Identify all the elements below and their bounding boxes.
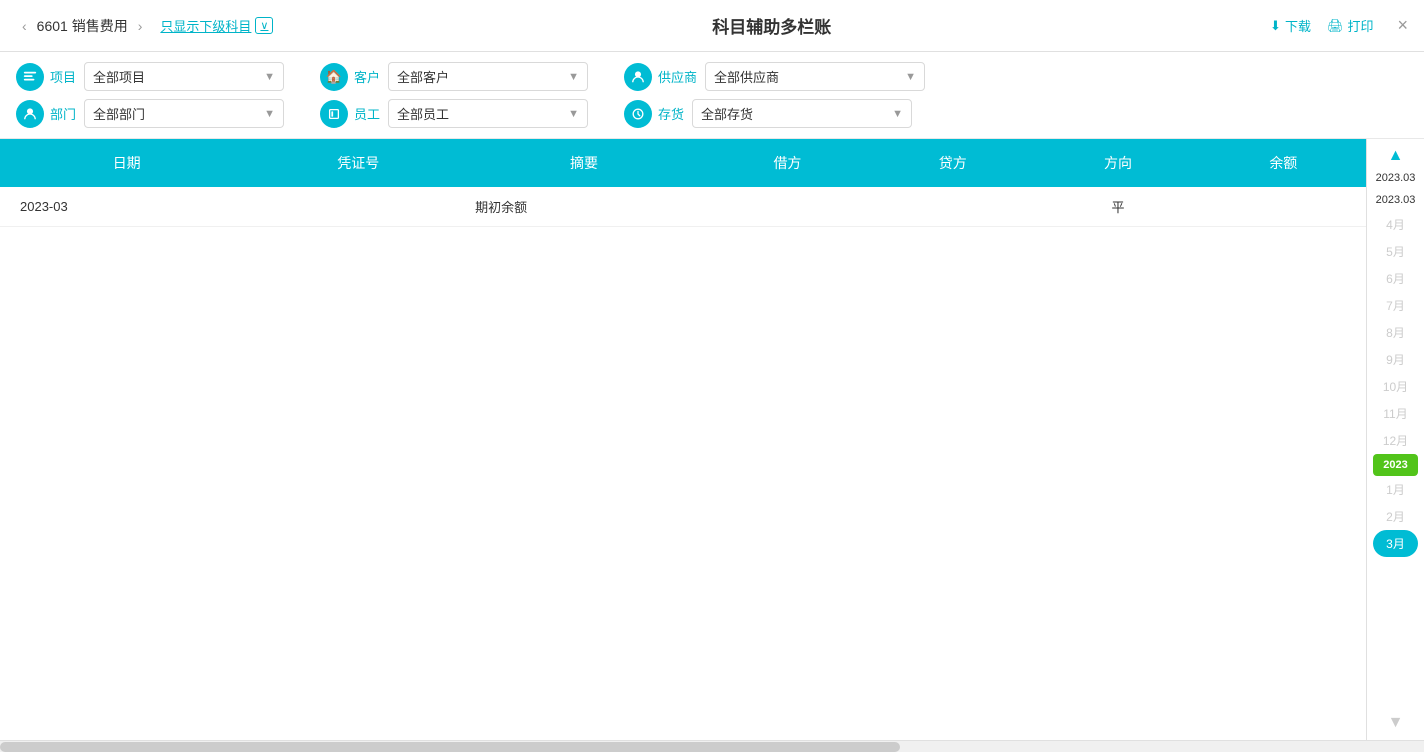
- filter-row-1: 项目 全部项目 ▼ 🏠 客户 全部客户 ▼: [16, 62, 1408, 91]
- timeline-1[interactable]: 1月: [1367, 476, 1424, 503]
- timeline-7[interactable]: 7月: [1367, 292, 1424, 319]
- data-table: 日期 凭证号 摘要 借方 贷方 方向 余额 2023-03 期初余额: [0, 139, 1366, 227]
- inventory-arrow: ▼: [892, 108, 903, 120]
- col-debit: 借方: [705, 139, 870, 187]
- supplier-label: 供应商: [658, 67, 697, 86]
- print-icon: 🖨: [1327, 18, 1344, 34]
- prev-arrow[interactable]: ‹: [16, 16, 33, 36]
- close-button[interactable]: ×: [1397, 15, 1408, 36]
- customer-arrow: ▼: [568, 71, 579, 83]
- main-window: ‹ 6601 销售费用 › 只显示下级科目 ∨ 科目辅助多栏账 ⬇ 下载 🖨 打…: [0, 0, 1424, 752]
- main-content: 日期 凭证号 摘要 借方 贷方 方向 余额 2023-03 期初余额: [0, 139, 1424, 740]
- filter-item-employee: 员工 全部员工 ▼: [320, 99, 588, 128]
- timeline-2023-03-second[interactable]: 2023.03: [1367, 189, 1424, 211]
- filter-item-supplier: 供应商 全部供应商 ▼: [624, 62, 925, 91]
- cell-summary: 期初余额: [463, 187, 705, 227]
- timeline-down-arrow[interactable]: ▼: [1388, 712, 1404, 734]
- supplier-value: 全部供应商: [714, 67, 779, 86]
- filter-row-2: 部门 全部部门 ▼ 员工 全部员工 ▼: [16, 99, 1408, 128]
- timeline-year-2023[interactable]: 2023: [1373, 454, 1418, 476]
- timeline-5[interactable]: 5月: [1367, 238, 1424, 265]
- employee-label: 员工: [354, 104, 380, 123]
- scrollbar-thumb[interactable]: [0, 742, 900, 752]
- project-arrow: ▼: [264, 71, 275, 83]
- customer-value: 全部客户: [397, 67, 449, 86]
- filter-item-project: 项目 全部项目 ▼: [16, 62, 284, 91]
- department-value: 全部部门: [93, 104, 145, 123]
- department-select[interactable]: 全部部门 ▼: [84, 99, 284, 128]
- col-voucher: 凭证号: [253, 139, 463, 187]
- customer-select[interactable]: 全部客户 ▼: [388, 62, 588, 91]
- department-icon: [16, 100, 44, 128]
- print-label: 打印: [1347, 16, 1373, 35]
- print-button[interactable]: 🖨 打印: [1327, 16, 1374, 35]
- page-title: 科目辅助多栏账: [273, 13, 1270, 38]
- timeline-8[interactable]: 8月: [1367, 319, 1424, 346]
- show-sub-arrow: ∨: [255, 17, 273, 34]
- header-bar: ‹ 6601 销售费用 › 只显示下级科目 ∨ 科目辅助多栏账 ⬇ 下载 🖨 打…: [0, 0, 1424, 52]
- cell-direction: 平: [1035, 187, 1200, 227]
- project-label: 项目: [50, 67, 76, 86]
- filter-item-department: 部门 全部部门 ▼: [16, 99, 284, 128]
- timeline-10[interactable]: 10月: [1367, 373, 1424, 400]
- timeline-11[interactable]: 11月: [1367, 400, 1424, 427]
- employee-value: 全部员工: [397, 104, 449, 123]
- supplier-arrow: ▼: [905, 71, 916, 83]
- department-label: 部门: [50, 104, 76, 123]
- timeline-up-arrow[interactable]: ▲: [1388, 145, 1404, 167]
- col-credit: 贷方: [870, 139, 1035, 187]
- project-value: 全部项目: [93, 67, 145, 86]
- supplier-select[interactable]: 全部供应商 ▼: [705, 62, 925, 91]
- table-row: 2023-03 期初余额 平: [0, 187, 1366, 227]
- project-icon: [16, 63, 44, 91]
- timeline-4[interactable]: 4月: [1367, 211, 1424, 238]
- supplier-icon: [624, 63, 652, 91]
- inventory-select[interactable]: 全部存货 ▼: [692, 99, 912, 128]
- cell-balance: [1201, 187, 1366, 227]
- show-sub-label: 只显示下级科目: [160, 16, 251, 35]
- cell-credit: [870, 187, 1035, 227]
- account-code: 6601 销售费用: [37, 16, 128, 36]
- download-label: 下载: [1285, 16, 1311, 35]
- next-arrow[interactable]: ›: [132, 16, 149, 36]
- show-sub-toggle[interactable]: 只显示下级科目 ∨: [160, 16, 273, 35]
- download-button[interactable]: ⬇ 下载: [1270, 16, 1311, 35]
- inventory-label: 存货: [658, 104, 684, 123]
- customer-icon: 🏠: [320, 63, 348, 91]
- inventory-value: 全部存货: [701, 104, 753, 123]
- department-arrow: ▼: [264, 108, 275, 120]
- download-icon: ⬇: [1270, 18, 1281, 34]
- col-balance: 余额: [1201, 139, 1366, 187]
- timeline-6[interactable]: 6月: [1367, 265, 1424, 292]
- employee-arrow: ▼: [568, 108, 579, 120]
- filter-area: 项目 全部项目 ▼ 🏠 客户 全部客户 ▼: [0, 52, 1424, 139]
- table-header-row: 日期 凭证号 摘要 借方 贷方 方向 余额: [0, 139, 1366, 187]
- cell-voucher: [253, 187, 463, 227]
- cell-date: 2023-03: [0, 187, 253, 227]
- timeline-3-active[interactable]: 3月: [1373, 530, 1418, 557]
- timeline-sidebar: ▲ 2023.03 2023.03 4月 5月 6月 7月 8月 9月 10月 …: [1366, 139, 1424, 740]
- project-select[interactable]: 全部项目 ▼: [84, 62, 284, 91]
- filter-item-customer: 🏠 客户 全部客户 ▼: [320, 62, 588, 91]
- filter-item-inventory: 存货 全部存货 ▼: [624, 99, 912, 128]
- cell-debit: [705, 187, 870, 227]
- customer-label: 客户: [354, 67, 380, 86]
- employee-select[interactable]: 全部员工 ▼: [388, 99, 588, 128]
- scrollbar-container[interactable]: [0, 740, 1424, 752]
- table-area[interactable]: 日期 凭证号 摘要 借方 贷方 方向 余额 2023-03 期初余额: [0, 139, 1366, 740]
- inventory-icon: [624, 100, 652, 128]
- col-summary: 摘要: [463, 139, 705, 187]
- col-date: 日期: [0, 139, 253, 187]
- timeline-2[interactable]: 2月: [1367, 503, 1424, 530]
- timeline-9[interactable]: 9月: [1367, 346, 1424, 373]
- col-direction: 方向: [1035, 139, 1200, 187]
- employee-icon: [320, 100, 348, 128]
- timeline-12[interactable]: 12月: [1367, 427, 1424, 454]
- timeline-2023-03-first[interactable]: 2023.03: [1367, 167, 1424, 189]
- header-actions: ⬇ 下载 🖨 打印 ×: [1270, 15, 1408, 36]
